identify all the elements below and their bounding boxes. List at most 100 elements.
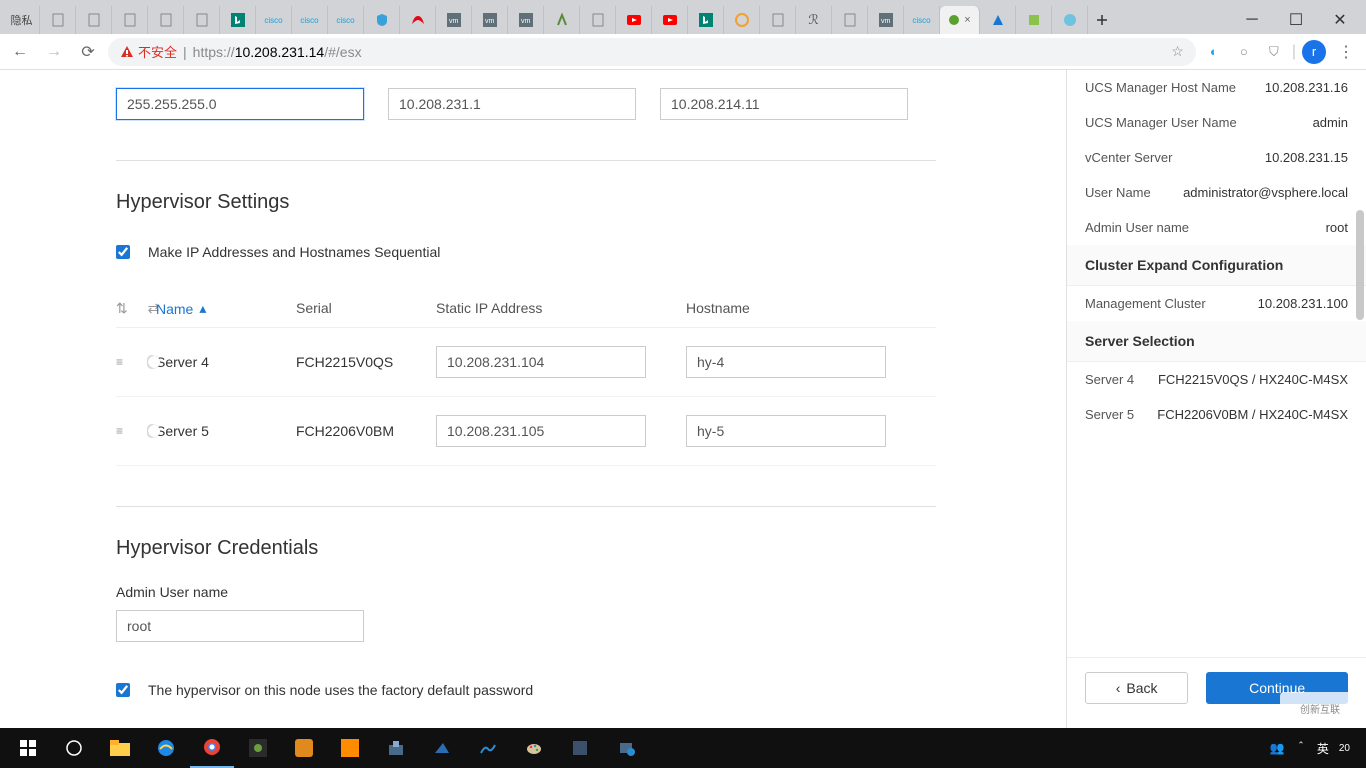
page-icon [123,13,137,27]
browser-tab[interactable]: 隐私 [4,6,40,34]
browser-tab[interactable] [724,6,760,34]
tray-count[interactable]: 20 [1339,743,1350,754]
cisco-icon: cisco [300,16,318,25]
browser-tab-active[interactable]: × [940,6,980,34]
browser-tab[interactable] [148,6,184,34]
col-host: Hostname [686,300,936,317]
address-bar[interactable]: 不安全 | https://10.208.231.14/#/esx ☆ [108,38,1196,66]
row-toggle[interactable] [147,424,156,438]
extension-icon[interactable]: ○ [1232,40,1256,64]
hx-icon [948,14,960,26]
tray-chevron-up-icon[interactable]: ＾ [1295,740,1307,757]
extension-icon[interactable]: ⛉ [1262,40,1286,64]
row-ip-input[interactable] [436,346,646,378]
window-maximize[interactable]: ☐ [1274,6,1318,34]
row-host-input[interactable] [686,346,886,378]
subnet-input[interactable] [116,88,364,120]
browser-tab[interactable] [364,6,400,34]
browser-tab[interactable] [980,6,1016,34]
browser-tab-strip: 隐私 cisco cisco cisco vm vm vm ℛ vm cisco… [0,0,1366,34]
tray-people-icon[interactable]: 👥 [1270,741,1285,755]
cortana-button[interactable] [52,728,96,768]
col-name[interactable]: Name ▴ [156,300,296,317]
browser-tab[interactable] [652,6,688,34]
browser-tab[interactable]: cisco [256,6,292,34]
window-close[interactable]: ✕ [1318,6,1362,34]
browser-tab[interactable] [400,6,436,34]
browser-tab[interactable]: cisco [904,6,940,34]
cisco-icon: cisco [264,16,282,25]
forward-button[interactable]: → [40,38,68,66]
kv-value: root [1326,220,1348,235]
close-tab-icon[interactable]: × [964,14,970,26]
kv-value: 10.208.231.15 [1265,150,1348,165]
browser-tab[interactable] [580,6,616,34]
browser-tab[interactable]: vm [868,6,904,34]
profile-avatar[interactable]: r [1302,40,1326,64]
side-scrollbar[interactable] [1356,70,1364,430]
app-icon: ℛ [808,12,818,28]
gateway-input[interactable] [388,88,636,120]
browser-tab[interactable] [76,6,112,34]
chrome-icon[interactable] [190,728,234,768]
browser-tab[interactable] [112,6,148,34]
sequential-checkbox[interactable] [116,245,130,259]
browser-tab[interactable] [760,6,796,34]
taskbar-app[interactable] [328,728,372,768]
start-button[interactable] [6,728,50,768]
browser-tab[interactable]: ℛ [796,6,832,34]
taskbar-app[interactable] [558,728,602,768]
extension-icon[interactable]: ◐ [1202,40,1226,64]
browser-tab[interactable]: vm [436,6,472,34]
back-button[interactable]: ← [6,38,34,66]
taskbar-app[interactable] [374,728,418,768]
factory-password-checkbox[interactable] [116,683,130,697]
star-icon[interactable]: ☆ [1171,43,1184,60]
vm-icon: vm [879,13,893,27]
app-icon [1027,13,1041,27]
row-toggle[interactable] [147,355,156,369]
browser-tab[interactable] [832,6,868,34]
browser-tab[interactable] [1016,6,1052,34]
browser-tab[interactable] [220,6,256,34]
ime-indicator[interactable]: 英 [1317,740,1329,757]
col-serial[interactable]: Serial [296,300,436,317]
browser-tab[interactable] [616,6,652,34]
dns-input[interactable] [660,88,908,120]
row-ip-input[interactable] [436,415,646,447]
taskbar-app[interactable] [236,728,280,768]
paint-icon[interactable] [512,728,556,768]
browser-tab[interactable]: cisco [328,6,364,34]
browser-tab[interactable] [1052,6,1088,34]
url-scheme: https:// [193,44,235,60]
browser-tab[interactable] [184,6,220,34]
drag-handle-icon[interactable]: ≡ [116,355,123,369]
browser-tab[interactable]: vm [508,6,544,34]
window-minimize[interactable]: ─ [1230,6,1274,34]
browser-tab[interactable] [688,6,724,34]
taskbar-app[interactable] [420,728,464,768]
file-explorer-icon[interactable] [98,728,142,768]
admin-user-input[interactable] [116,610,364,642]
kv-value: admin [1313,115,1348,130]
sequential-label: Make IP Addresses and Hostnames Sequenti… [148,244,440,260]
back-button[interactable]: ‹Back [1085,672,1188,704]
drag-handle-icon[interactable]: ≡ [116,424,123,438]
browser-tab[interactable]: vm [472,6,508,34]
kv-label: User Name [1085,185,1151,200]
svg-text:vm: vm [881,18,891,25]
browser-tab[interactable] [544,6,580,34]
taskbar-app[interactable] [282,728,326,768]
taskbar-app[interactable] [604,728,648,768]
reload-button[interactable]: ⟳ [74,38,102,66]
row-name: Server 4 [156,354,296,370]
page-icon [771,13,785,27]
youtube-icon [663,13,677,27]
browser-tab[interactable]: cisco [292,6,328,34]
ie-icon[interactable] [144,728,188,768]
row-host-input[interactable] [686,415,886,447]
wireshark-icon[interactable] [466,728,510,768]
menu-button[interactable]: ⋮ [1332,38,1360,66]
browser-tab[interactable] [40,6,76,34]
new-tab-button[interactable] [1088,6,1116,34]
